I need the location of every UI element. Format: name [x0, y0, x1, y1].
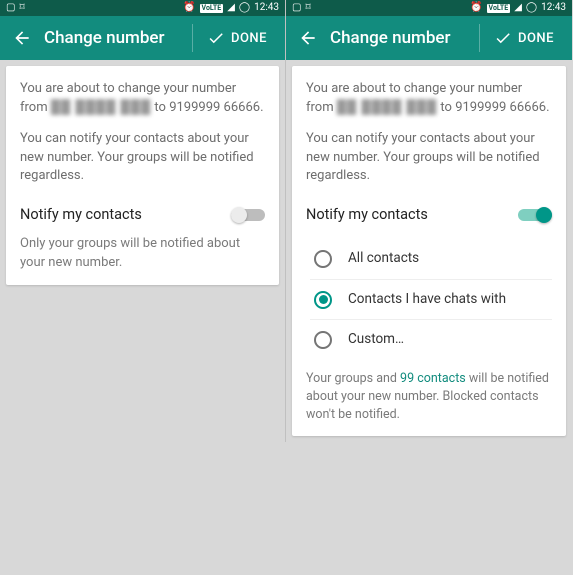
check-icon	[494, 29, 512, 47]
status-bar: ▢ ⌑ ⏰ VoLTE ◢ ◯ 12:43	[286, 0, 572, 16]
option-label: All contacts	[348, 249, 419, 269]
back-arrow-icon	[298, 28, 318, 48]
back-button[interactable]	[290, 28, 326, 48]
radio-icon	[314, 331, 332, 349]
image-icon: ▢	[6, 3, 15, 13]
notify-toggle-row[interactable]: Notify my contacts	[306, 198, 552, 235]
loading-icon: ◯	[239, 3, 250, 13]
option-label: Contacts I have chats with	[348, 290, 506, 310]
clock-text: 12:43	[541, 3, 566, 13]
alarm-icon: ⏰	[183, 3, 195, 13]
option-custom[interactable]: Custom…	[310, 320, 552, 360]
footer-note: Your groups and 99 contacts will be noti…	[306, 370, 552, 424]
done-button[interactable]: DONE	[480, 29, 568, 47]
alarm-icon: ⏰	[470, 3, 482, 13]
radio-icon	[314, 250, 332, 268]
app-bar: Change number DONE	[0, 16, 285, 60]
check-icon	[207, 29, 225, 47]
notify-label: Notify my contacts	[306, 204, 428, 225]
old-number-masked: ██ ████ ███	[337, 99, 437, 118]
old-number-masked: ██ ████ ███	[51, 99, 151, 118]
done-label: DONE	[518, 31, 554, 46]
content-card: You are about to change your number from…	[6, 66, 279, 285]
app-bar: Change number DONE	[286, 16, 572, 60]
loading-icon: ◯	[526, 3, 537, 13]
option-label: Custom…	[348, 330, 404, 350]
volte-badge: VoLTE	[487, 4, 511, 13]
image-icon: ▢	[292, 3, 301, 13]
done-button[interactable]: DONE	[193, 29, 281, 47]
screen-left: ▢ ⌑ ⏰ VoLTE ◢ ◯ 12:43 Change number DONE	[0, 0, 286, 442]
notify-info-text: You can notify your contacts about your …	[306, 130, 552, 187]
notify-info-text: You can notify your contacts about your …	[20, 130, 265, 187]
signal-icon: ◢	[227, 3, 235, 13]
back-arrow-icon	[12, 28, 32, 48]
appbar-title: Change number	[326, 28, 479, 48]
status-bar: ▢ ⌑ ⏰ VoLTE ◢ ◯ 12:43	[0, 0, 285, 16]
contacts-count-link[interactable]: 99 contacts	[400, 371, 466, 386]
volte-badge: VoLTE	[200, 4, 224, 13]
change-number-text: You are about to change your number from…	[20, 80, 265, 118]
screen-right: ▢ ⌑ ⏰ VoLTE ◢ ◯ 12:43 Change number DONE	[286, 0, 572, 442]
laptop-icon: ⌑	[19, 3, 24, 13]
clock-text: 12:43	[254, 3, 279, 13]
signal-icon: ◢	[514, 3, 522, 13]
notify-hint: Only your groups will be notified about …	[20, 235, 265, 273]
done-label: DONE	[231, 31, 267, 46]
notify-toggle-row[interactable]: Notify my contacts	[20, 198, 265, 235]
notify-switch[interactable]	[518, 207, 552, 223]
radio-icon	[314, 291, 332, 309]
option-contacts-with-chats[interactable]: Contacts I have chats with	[310, 280, 552, 321]
notify-label: Notify my contacts	[20, 204, 142, 225]
notify-switch[interactable]	[231, 207, 265, 223]
appbar-title: Change number	[40, 28, 192, 48]
content-card: You are about to change your number from…	[292, 66, 566, 436]
laptop-icon: ⌑	[305, 3, 310, 13]
back-button[interactable]	[4, 28, 40, 48]
option-all-contacts[interactable]: All contacts	[310, 239, 552, 280]
notify-options: All contacts Contacts I have chats with …	[310, 239, 552, 360]
change-number-text: You are about to change your number from…	[306, 80, 552, 118]
